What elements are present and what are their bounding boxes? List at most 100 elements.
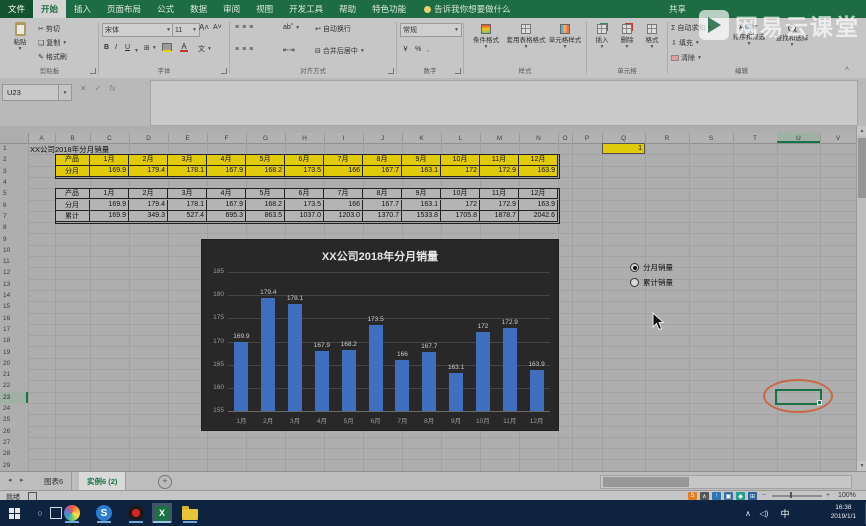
borders-button[interactable]: ⊞ ▼ <box>144 44 157 52</box>
format-as-table-button[interactable]: 套用表格格式 ▼ <box>506 24 546 50</box>
horizontal-scroll-thumb[interactable] <box>603 477 689 487</box>
row-header-5[interactable]: 5 <box>0 188 27 199</box>
table-cell-M6[interactable]: 172.9 <box>480 199 519 211</box>
orientation-button[interactable]: ab˚ ▼ <box>283 24 300 31</box>
table-cell-E2[interactable]: 3月 <box>168 154 207 166</box>
table-cell-N3[interactable]: 163.9 <box>519 165 558 177</box>
taskbar-app-excel-active[interactable]: X <box>152 503 172 523</box>
row-header-15[interactable]: 15 <box>0 301 27 312</box>
column-header-J[interactable]: J <box>363 133 403 143</box>
row-header-6[interactable]: 6 <box>0 200 27 211</box>
table-cell-B2[interactable]: 产品 <box>55 154 90 166</box>
table-cell-E6[interactable]: 178.1 <box>168 199 207 211</box>
row-header-23[interactable]: 23 <box>0 392 27 403</box>
paste-button[interactable]: 粘贴 ▼ <box>6 22 34 52</box>
clear-button[interactable]: 清除 ▼ <box>671 53 702 63</box>
table-cell-G5[interactable]: 5月 <box>246 188 285 200</box>
phonetic-guide-button[interactable]: 文 ▼ <box>198 44 212 54</box>
scroll-down-icon[interactable]: ▼ <box>857 461 866 471</box>
column-header-N[interactable]: N <box>519 133 559 143</box>
table-cell-M3[interactable]: 172.9 <box>480 165 519 177</box>
bold-button[interactable]: B <box>104 44 109 51</box>
row-header-26[interactable]: 26 <box>0 426 27 437</box>
underline-button[interactable]: U <box>125 44 130 51</box>
row-header-10[interactable]: 10 <box>0 245 27 256</box>
start-button[interactable] <box>4 503 24 523</box>
table-cell-J3[interactable]: 167.7 <box>363 165 402 177</box>
column-header-V[interactable]: V <box>820 133 857 143</box>
radio-unselected-icon[interactable] <box>630 278 639 287</box>
ribbon-tab-帮助[interactable]: 帮助 <box>331 0 364 18</box>
row-header-22[interactable]: 22 <box>0 380 27 391</box>
row-header-24[interactable]: 24 <box>0 403 27 414</box>
format-painter-button[interactable]: ✎ 格式刷 <box>38 52 67 62</box>
table-cell-K6[interactable]: 163.1 <box>402 199 441 211</box>
row-header-2[interactable]: 2 <box>0 154 27 165</box>
column-header-O[interactable]: O <box>558 133 573 143</box>
number-dialog-launcher[interactable] <box>455 68 461 74</box>
taskbar-app-sogou-browser[interactable]: S <box>94 503 114 523</box>
table-cell-C6[interactable]: 169.9 <box>90 199 129 211</box>
table-cell-H5[interactable]: 6月 <box>285 188 324 200</box>
column-header-P[interactable]: P <box>572 133 603 143</box>
table-cell-F2[interactable]: 4月 <box>207 154 246 166</box>
merge-center-button[interactable]: ⊟ 合并后居中 ▼ <box>315 46 365 56</box>
row-header-27[interactable]: 27 <box>0 437 27 448</box>
font-size-select[interactable]: 11 ▼ <box>172 23 200 37</box>
table-cell-L5[interactable]: 10月 <box>441 188 480 200</box>
row-header-13[interactable]: 13 <box>0 279 27 290</box>
sogou-tray-icon[interactable]: S <box>688 492 697 500</box>
italic-button[interactable]: I <box>115 44 117 51</box>
zoom-slider[interactable] <box>772 495 822 497</box>
cell-Q1-linked-value[interactable]: 1 <box>602 143 645 155</box>
name-box-dropdown-icon[interactable]: ▼ <box>58 84 72 101</box>
table-cell-H2[interactable]: 6月 <box>285 154 324 166</box>
cell-styles-button[interactable]: 单元格样式 ▼ <box>547 24 583 50</box>
row-header-1[interactable]: 1 <box>0 143 27 154</box>
column-header-U-label[interactable]: U <box>777 133 820 143</box>
table-cell-G3[interactable]: 168.2 <box>246 165 285 177</box>
chart-bar-1月[interactable] <box>234 341 249 411</box>
insert-function-icon[interactable]: fx <box>109 84 115 93</box>
chart-bar-3月[interactable] <box>288 303 303 411</box>
format-cells-button[interactable]: 格式 ▼ <box>640 24 664 50</box>
row-header-8[interactable]: 8 <box>0 222 27 233</box>
collapse-ribbon-button[interactable]: ˄ <box>845 66 849 73</box>
ribbon-tab-开始[interactable]: 开始 <box>33 0 67 18</box>
ribbon-tab-审阅[interactable]: 审阅 <box>215 0 248 18</box>
column-header-T[interactable]: T <box>733 133 778 143</box>
table-cell-C3[interactable]: 169.9 <box>90 165 129 177</box>
row-header-12[interactable]: 12 <box>0 267 27 278</box>
table-cell-M2[interactable]: 11月 <box>480 154 519 166</box>
vertical-scrollbar[interactable]: ▲ ▼ <box>856 126 866 471</box>
input-method-indicator[interactable]: 中 <box>778 503 792 523</box>
row-header-9[interactable]: 9 <box>0 233 27 244</box>
chart-bar-4月[interactable] <box>314 351 329 411</box>
table-cell-J5[interactable]: 8月 <box>363 188 402 200</box>
row-header-17[interactable]: 17 <box>0 324 27 335</box>
column-header-G[interactable]: G <box>246 133 286 143</box>
table-cell-J2[interactable]: 8月 <box>363 154 402 166</box>
table-cell-G6[interactable]: 168.2 <box>246 199 285 211</box>
share-button[interactable]: 共享 <box>661 3 694 15</box>
table-cell-L2[interactable]: 10月 <box>441 154 480 166</box>
row-header-20[interactable]: 20 <box>0 358 27 369</box>
row-header-3[interactable]: 3 <box>0 166 27 177</box>
conditional-formatting-button[interactable]: 条件格式 ▼ <box>467 24 505 50</box>
chart-bar-2月[interactable] <box>261 297 276 411</box>
table-cell-J7[interactable]: 1370.7 <box>363 210 402 223</box>
column-header-M[interactable]: M <box>480 133 520 143</box>
ribbon-tab-视图[interactable]: 视图 <box>248 0 281 18</box>
radio-累计销量[interactable]: 累计销量 <box>630 277 673 288</box>
vertical-align-buttons[interactable]: ≡≡≡ <box>235 24 256 31</box>
indent-buttons[interactable]: ⇤⇥ <box>283 46 295 54</box>
table-cell-C5[interactable]: 1月 <box>90 188 129 200</box>
row-header-18[interactable]: 18 <box>0 335 27 346</box>
upload-tray-icon[interactable]: ↑ <box>712 492 721 500</box>
row-header-16[interactable]: 16 <box>0 313 27 324</box>
delete-cells-button[interactable]: 删除 ▼ <box>615 24 639 50</box>
sheet-nav-left-icon[interactable]: ◂ <box>8 476 12 484</box>
table-cell-I3[interactable]: 166 <box>324 165 363 177</box>
row-header-4[interactable]: 4 <box>0 177 27 188</box>
chart-bar-6月[interactable] <box>368 325 383 411</box>
